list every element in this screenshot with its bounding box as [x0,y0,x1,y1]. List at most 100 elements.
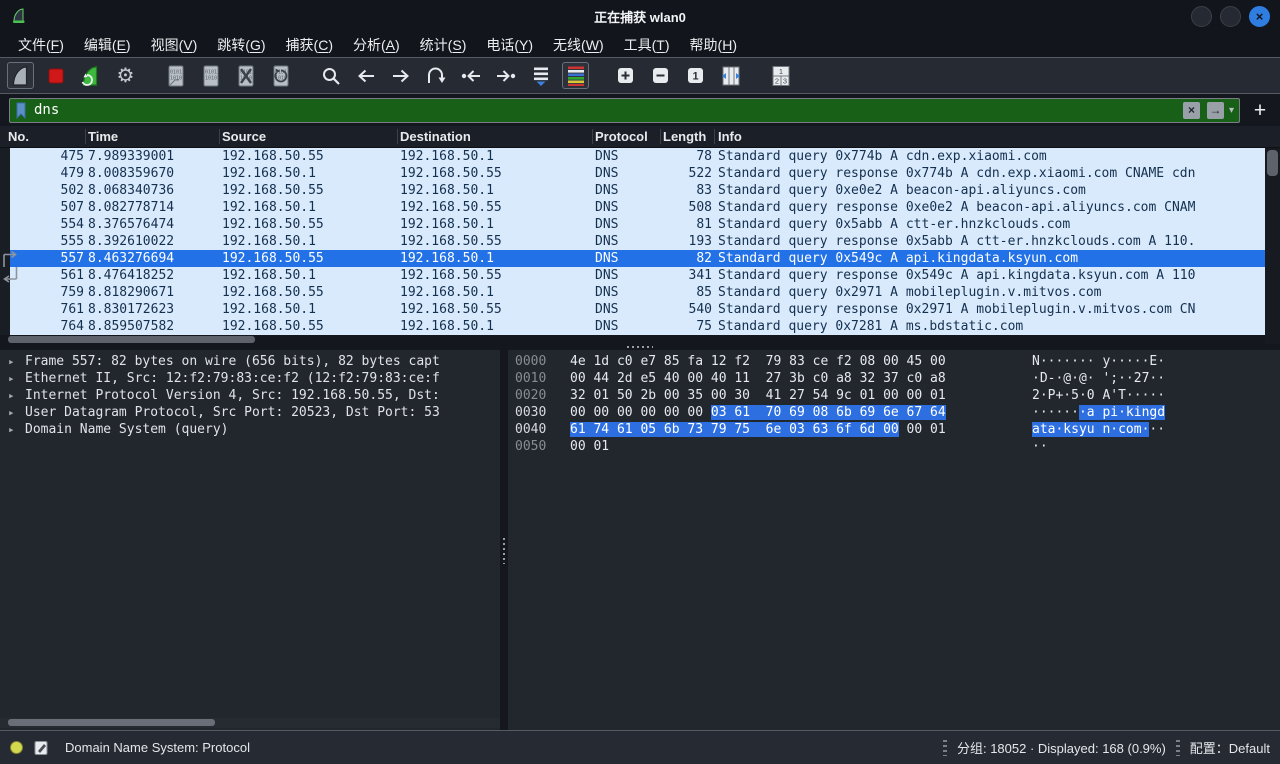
find-packet-button[interactable] [317,62,344,89]
col-info: Standard query 0x7281 A ms.bdstatic.com [718,319,1024,334]
pane-splitter-grip[interactable] [503,538,505,564]
go-forward-button[interactable] [387,62,414,89]
packet-row[interactable]: 555 8.392610022 192.168.50.1 192.168.50.55 D… [0,233,1280,250]
status-grip-left[interactable] [942,739,947,756]
packet-row[interactable]: 479 8.008359670 192.168.50.1 192.168.50.55 D… [0,165,1280,182]
hex-row[interactable]: 0040 61 74 61 05 6b 73 79 75 6e 03 63 6f … [508,421,1280,438]
zoom-100-button[interactable]: 1 [682,62,709,89]
close-button[interactable]: × [1249,5,1270,27]
menu-tools[interactable]: 工具(T) [614,34,680,56]
apply-filter-button[interactable]: → [1206,101,1224,119]
detail-hscrollbar-thumb[interactable] [8,719,215,726]
column-separator[interactable] [219,129,220,144]
column-separator[interactable] [660,129,661,144]
auto-scroll-button[interactable] [527,62,554,89]
column-header-no[interactable]: No. [8,129,29,144]
minimize-button[interactable] [1191,5,1212,27]
resize-columns-button[interactable] [717,62,744,89]
expander-icon[interactable]: ▸ [8,353,15,370]
column-separator[interactable] [85,129,86,144]
column-separator[interactable] [592,129,593,144]
column-header-destination[interactable]: Destination [400,129,471,144]
capture-comment-icon[interactable] [33,740,49,756]
packet-row[interactable]: 554 8.376576474 192.168.50.55 192.168.50.1 D… [0,216,1280,233]
zoom-in-button[interactable] [612,62,639,89]
column-separator[interactable] [397,129,398,144]
menu-capture[interactable]: 捕获(C) [276,34,343,56]
restart-capture-button[interactable] [77,62,104,89]
detail-tree-item[interactable]: ▸ Domain Name System (query) [0,421,500,438]
go-to-packet-button[interactable] [422,62,449,89]
packet-list-vscrollbar[interactable] [1265,148,1280,344]
column-header-protocol[interactable]: Protocol [595,129,648,144]
status-grip-right[interactable] [1175,739,1180,756]
detail-tree-item[interactable]: ▸ Ethernet II, Src: 12:f2:79:83:ce:f2 (12… [0,370,500,387]
go-first-packet-button[interactable] [457,62,484,89]
clear-filter-button[interactable]: × [1182,101,1200,119]
column-separator[interactable] [714,129,715,144]
menu-view[interactable]: 视图(V) [141,34,208,56]
start-capture-button[interactable] [7,62,34,89]
detail-hscrollbar[interactable] [0,718,500,728]
hex-ascii: N······· y·····E· [1032,353,1165,370]
packet-row[interactable]: 557 8.463276694 192.168.50.55 192.168.50.1 D… [0,250,1280,267]
colorize-packets-button[interactable] [562,62,589,89]
packet-row[interactable]: 759 8.818290671 192.168.50.55 192.168.50.1 D… [0,284,1280,301]
detail-tree-item[interactable]: ▸ Frame 557: 82 bytes on wire (656 bits),… [0,353,500,370]
window-title: 正在捕获 wlan0 [594,9,686,25]
filter-value[interactable]: dns [34,102,1176,118]
packet-list-vscrollbar-thumb[interactable] [1267,150,1278,176]
packet-row[interactable]: 764 8.859507582 192.168.50.55 192.168.50.1 D… [0,318,1280,335]
expert-info-icon[interactable] [10,741,23,754]
packet-list-hscrollbar-thumb[interactable] [8,336,255,343]
menu-wireless[interactable]: 无线(W) [543,34,614,56]
pane-splitter[interactable] [500,350,508,730]
add-filter-button[interactable]: + [1249,100,1271,121]
menu-statistics[interactable]: 统计(S) [410,34,477,56]
detail-tree-item[interactable]: ▸ Internet Protocol Version 4, Src: 192.1… [0,387,500,404]
column-header-info[interactable]: Info [718,129,742,144]
expander-icon[interactable]: ▸ [8,370,15,387]
filter-dropdown-caret-icon[interactable]: ▾ [1229,105,1234,116]
menu-file[interactable]: 文件(F) [8,34,74,56]
packet-row[interactable]: 507 8.082778714 192.168.50.1 192.168.50.55 D… [0,199,1280,216]
go-back-button[interactable] [352,62,379,89]
expander-icon[interactable]: ▸ [8,421,15,438]
column-header-time[interactable]: Time [88,129,118,144]
menu-telephony[interactable]: 电话(Y) [476,34,543,56]
filter-bookmark-icon[interactable] [15,102,27,119]
packet-list-hscrollbar[interactable] [0,335,1265,344]
save-file-button[interactable]: 0101 1010 [197,62,224,89]
hex-row[interactable]: 0030 00 00 00 00 00 00 03 61 70 69 08 6b … [508,404,1280,421]
display-filter-input[interactable]: dns × → ▾ [9,97,1240,123]
stop-capture-button[interactable] [42,62,69,89]
capture-options-button[interactable]: ⚙ [112,62,139,89]
menu-help[interactable]: 帮助(H) [680,34,747,56]
packet-row[interactable]: 761 8.830172623 192.168.50.1 192.168.50.55 D… [0,301,1280,318]
packet-row[interactable]: 561 8.476418252 192.168.50.1 192.168.50.55 D… [0,267,1280,284]
menu-analyze[interactable]: 分析(A) [343,34,410,56]
maximize-button[interactable] [1220,5,1241,27]
open-file-button[interactable]: 0101 1010 [162,62,189,89]
zoom-out-button[interactable] [647,62,674,89]
hex-row[interactable]: 0000 4e 1d c0 e7 85 fa 12 f2 79 83 ce f2 … [508,353,1280,370]
number-columns-button[interactable]: 123 [767,62,794,89]
hex-row[interactable]: 0010 00 44 2d e5 40 00 40 11 27 3b c0 a8 … [508,370,1280,387]
column-header-source[interactable]: Source [222,129,266,144]
detail-tree-item[interactable]: ▸ User Datagram Protocol, Src Port: 20523… [0,404,500,421]
expander-icon[interactable]: ▸ [8,404,15,421]
column-header-length[interactable]: Length [663,129,706,144]
go-last-packet-button[interactable] [492,62,519,89]
close-file-button[interactable]: 0101 1010 [232,62,259,89]
profile-selector[interactable]: 配置：Default [1190,738,1270,757]
expander-icon[interactable]: ▸ [8,387,15,404]
reload-file-button[interactable]: 0101 1010 [267,62,294,89]
hex-row[interactable]: 0020 32 01 50 2b 00 35 00 30 41 27 54 9c … [508,387,1280,404]
splitter-grip[interactable] [627,346,653,348]
hex-row[interactable]: 0050 00 01 ·· [508,438,1280,455]
col-time: 8.376576474 [88,217,175,232]
menu-edit[interactable]: 编辑(E) [74,34,141,56]
menu-go[interactable]: 跳转(G) [207,34,275,56]
packet-row[interactable]: 502 8.068340736 192.168.50.55 192.168.50.1 D… [0,182,1280,199]
packet-row[interactable]: 475 7.989339001 192.168.50.55 192.168.50.1 D… [0,148,1280,165]
